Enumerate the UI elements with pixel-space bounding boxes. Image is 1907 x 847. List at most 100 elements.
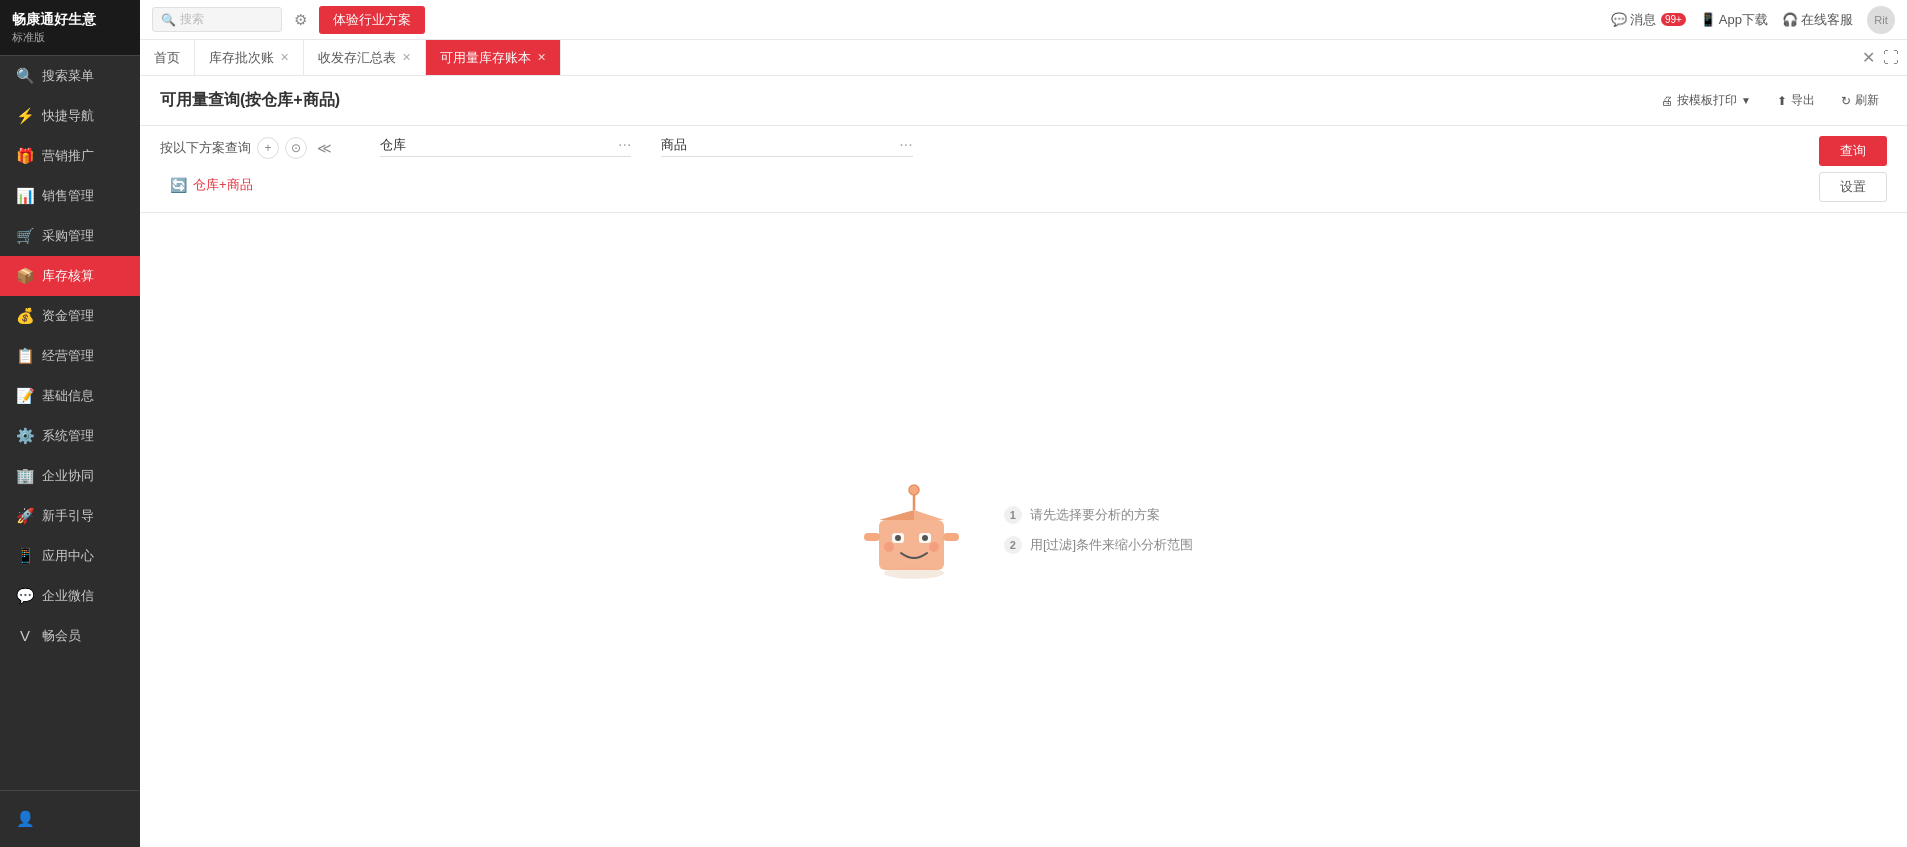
svg-point-7: [922, 535, 928, 541]
avatar: Rit: [1867, 6, 1895, 34]
tab-close-all-button[interactable]: ✕: [1862, 48, 1875, 67]
sidebar-item-label: 资金管理: [42, 307, 94, 325]
sidebar-item-basic[interactable]: 📝基础信息: [0, 376, 140, 416]
query-button[interactable]: 查询: [1819, 136, 1887, 166]
sidebar-item-member[interactable]: V畅会员: [0, 616, 140, 656]
sidebar-item-newguide[interactable]: 🚀新手引导: [0, 496, 140, 536]
filter-row: 按以下方案查询 + ⊙ ≪ 🔄 仓库+商品 仓库: [160, 136, 1887, 202]
export-button[interactable]: ⬆ 导出: [1769, 88, 1823, 113]
message-badge: 99+: [1661, 13, 1686, 26]
product-label: 商品: [661, 136, 687, 154]
tab-label-home: 首页: [154, 49, 180, 67]
appcenter-icon: 📱: [16, 547, 34, 565]
product-filter: 商品 ···: [661, 136, 912, 157]
settings-scheme-button[interactable]: ⊙: [285, 137, 307, 159]
tab-summary[interactable]: 收发存汇总表✕: [304, 40, 426, 76]
edition-label: 标准版: [12, 30, 128, 45]
tabs-end: ✕ ⛶: [1862, 48, 1907, 67]
app-download-label: App下载: [1719, 11, 1768, 29]
sidebar-item-system[interactable]: ⚙️ 系统管理: [0, 416, 140, 456]
online-service-action[interactable]: 🎧 在线客服: [1782, 11, 1853, 29]
enterprise-icon: 🏢: [16, 467, 34, 485]
tab-close-summary[interactable]: ✕: [402, 51, 411, 64]
main-area: 🔍 搜索 ⚙ 体验行业方案 💬 消息 99+ 📱 App下载 🎧 在线客服 Ri…: [140, 0, 1907, 847]
sidebar-item-quicknav[interactable]: ⚡ 快捷导航: [0, 96, 140, 136]
app-download-action[interactable]: 📱 App下载: [1700, 11, 1768, 29]
sidebar: 畅康通好生意 标准版 🔍搜索菜单⚡快捷导航🎁营销推广📊销售管理🛒采购管理📦库存核…: [0, 0, 140, 847]
message-action[interactable]: 💬 消息 99+: [1611, 11, 1686, 29]
collapse-button[interactable]: ≪: [313, 136, 336, 160]
quicknav-icon: ⚡: [16, 107, 34, 125]
topbar: 🔍 搜索 ⚙ 体验行业方案 💬 消息 99+ 📱 App下载 🎧 在线客服 Ri…: [140, 0, 1907, 40]
empty-svg-illustration: [859, 475, 969, 585]
tab-close-batch[interactable]: ✕: [280, 51, 289, 64]
sidebar-item-label: 采购管理: [42, 227, 94, 245]
tab-close-available[interactable]: ✕: [537, 51, 546, 64]
tab-batch[interactable]: 库存批次账 ✕: [195, 40, 304, 76]
filter-action-buttons: 查询 设置: [1799, 136, 1887, 202]
sidebar-item-purchase[interactable]: 🛒 采购管理: [0, 216, 140, 256]
print-button[interactable]: 🖨 按模板打印 ▼: [1653, 88, 1759, 113]
tab-label-batch: 库存批次账: [209, 49, 274, 67]
marketing-icon: 🎁: [16, 147, 34, 165]
sidebar-item-inventory[interactable]: 📦库存核算: [0, 256, 140, 296]
sidebar-item-enterprise[interactable]: 🏢 企业协同: [0, 456, 140, 496]
topbar-search-box[interactable]: 🔍 搜索: [152, 7, 282, 32]
user-action[interactable]: Rit: [1867, 6, 1895, 34]
sidebar-item-label: 营销推广: [42, 147, 94, 165]
sidebar-item-extra[interactable]: 👤: [0, 799, 140, 839]
filter-header: 按以下方案查询 + ⊙ ≪: [160, 136, 360, 164]
gear-icon[interactable]: ⚙: [290, 7, 311, 33]
product-more-icon[interactable]: ···: [899, 136, 912, 154]
sidebar-item-corpwechat[interactable]: 💬企业微信: [0, 576, 140, 616]
sidebar-item-label: 企业协同: [42, 467, 94, 485]
search-icon: 🔍: [16, 67, 34, 85]
sidebar-item-operation[interactable]: 📋经营管理: [0, 336, 140, 376]
search-icon: 🔍: [161, 13, 176, 27]
export-label: 导出: [1791, 92, 1815, 109]
user-avatar-text: Rit: [1874, 14, 1887, 26]
hint-text-1: 请先选择要分析的方案: [1030, 506, 1160, 524]
warehouse-input-row: 仓库 ···: [380, 136, 631, 157]
sidebar-item-search[interactable]: 🔍搜索菜单: [0, 56, 140, 96]
sidebar-item-label: 系统管理: [42, 427, 94, 445]
headset-icon: 🎧: [1782, 12, 1798, 27]
content-area: 可用量查询(按仓库+商品) 🖨 按模板打印 ▼ ⬆ 导出 ↻ 刷新: [140, 76, 1907, 847]
purchase-icon: 🛒: [16, 227, 34, 245]
warehouse-more-icon[interactable]: ···: [618, 136, 631, 154]
svg-point-11: [909, 485, 919, 495]
page-title: 可用量查询(按仓库+商品): [160, 90, 340, 111]
sidebar-item-finance[interactable]: 💰资金管理: [0, 296, 140, 336]
sidebar-item-appcenter[interactable]: 📱应用中心: [0, 536, 140, 576]
extra-icon: 👤: [16, 810, 34, 828]
svg-point-6: [895, 535, 901, 541]
svg-marker-3: [914, 510, 944, 520]
sidebar-item-sales[interactable]: 📊销售管理: [0, 176, 140, 216]
product-input[interactable]: [695, 138, 895, 153]
sidebar-item-marketing[interactable]: 🎁 营销推广: [0, 136, 140, 176]
sidebar-scroll: 🔍搜索菜单 ⚡ 快捷导航 🎁 营销推广 📊销售管理 🛒 采购管理 📦库存核算💰资金管理📋经营管理…: [0, 56, 140, 790]
trial-button[interactable]: 体验行业方案: [319, 6, 425, 34]
empty-hints: 1 请先选择要分析的方案 2 用[过滤]条件来缩小分析范围: [1004, 506, 1193, 554]
scheme-item-warehouse-product[interactable]: 🔄 仓库+商品: [160, 170, 360, 200]
refresh-label: 刷新: [1855, 92, 1879, 109]
warehouse-input[interactable]: [414, 138, 614, 153]
empty-illustration: [854, 470, 974, 590]
sidebar-item-label: 快捷导航: [42, 107, 94, 125]
sidebar-item-label: 经营管理: [42, 347, 94, 365]
hint-text-2: 用[过滤]条件来缩小分析范围: [1030, 536, 1193, 554]
export-icon: ⬆: [1777, 94, 1787, 108]
system-icon: ⚙️: [16, 427, 34, 445]
search-placeholder: 搜索: [180, 11, 204, 28]
tab-available[interactable]: 可用量库存账本✕: [426, 40, 561, 76]
tab-home[interactable]: 首页: [140, 40, 195, 76]
sidebar-item-label: 库存核算: [42, 267, 94, 285]
empty-hint-2: 2 用[过滤]条件来缩小分析范围: [1004, 536, 1193, 554]
warehouse-filter: 仓库 ···: [380, 136, 631, 157]
add-scheme-button[interactable]: +: [257, 137, 279, 159]
message-icon: 💬: [1611, 12, 1627, 27]
refresh-button[interactable]: ↻ 刷新: [1833, 88, 1887, 113]
tab-expand-button[interactable]: ⛶: [1883, 49, 1899, 67]
page-actions: 🖨 按模板打印 ▼ ⬆ 导出 ↻ 刷新: [1653, 88, 1887, 113]
settings-button[interactable]: 设置: [1819, 172, 1887, 202]
